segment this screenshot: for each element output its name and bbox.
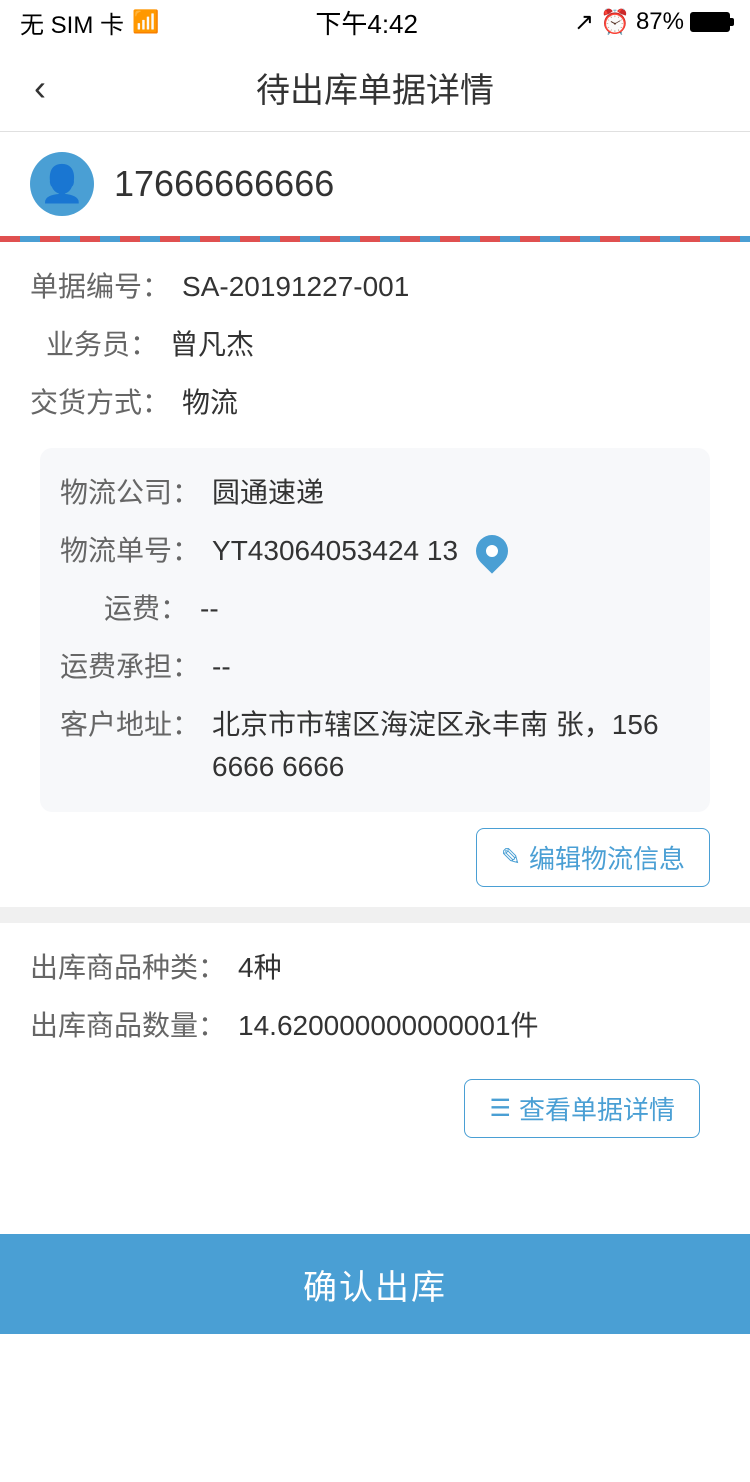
address-row: 客户地址： 北京市市辖区海淀区永丰南 张，156 6666 6666 — [60, 704, 690, 788]
status-right: ↗ ⏰ 87% — [574, 8, 730, 37]
sales-person-label: 业务员： — [30, 324, 170, 366]
edit-icon: ✎ — [501, 843, 521, 872]
edit-logistics-area: ✎ 编辑物流信息 — [20, 812, 730, 907]
wifi-icon: 📶 — [132, 9, 159, 35]
customer-phone: 17666666666 — [114, 163, 334, 205]
product-qty-value: 14.620000000000001件 — [238, 1005, 720, 1047]
order-info-section: 单据编号： SA-20191227-001 业务员： 曾凡杰 交货方式： 物流 — [0, 242, 750, 448]
avatar: 👤 — [30, 152, 94, 216]
view-detail-area: ☰ 查看单据详情 — [30, 1063, 720, 1158]
delivery-method-row: 交货方式： 物流 — [30, 382, 720, 424]
list-icon: ☰ — [489, 1094, 511, 1123]
freight-bearer-row: 运费承担： -- — [60, 646, 690, 688]
tracking-no-value: YT43064053424 13 — [212, 530, 690, 572]
user-icon: 👤 — [40, 163, 85, 205]
freight-value: -- — [200, 588, 690, 630]
page-title: 待出库单据详情 — [256, 63, 494, 112]
view-detail-label: 查看单据详情 — [519, 1090, 675, 1127]
delivery-method-label: 交货方式： — [30, 382, 182, 424]
view-detail-button[interactable]: ☰ 查看单据详情 — [464, 1079, 700, 1138]
product-type-row: 出库商品种类： 4种 — [30, 947, 720, 989]
address-value: 北京市市辖区海淀区永丰南 张，156 6666 6666 — [212, 704, 690, 788]
alarm-icon: ⏰ — [600, 8, 630, 37]
freight-row: 运费： -- — [60, 588, 690, 630]
edit-logistics-button[interactable]: ✎ 编辑物流信息 — [476, 828, 710, 887]
edit-logistics-label: 编辑物流信息 — [529, 839, 685, 876]
location-icon[interactable] — [469, 528, 514, 573]
sales-person-row: 业务员： 曾凡杰 — [30, 324, 720, 366]
logistics-company-value: 圆通速递 — [212, 472, 690, 514]
status-bar: 无 SIM 卡 📶 下午4:42 ↗ ⏰ 87% — [0, 0, 750, 44]
freight-bearer-value: -- — [212, 646, 690, 688]
back-button[interactable]: ‹ — [24, 57, 56, 119]
order-no-label: 单据编号： — [30, 266, 182, 308]
location-status-icon: ↗ — [574, 8, 594, 37]
logistics-card: 物流公司： 圆通速递 物流单号： YT43064053424 13 运费： --… — [40, 448, 710, 812]
freight-bearer-label: 运费承担： — [60, 646, 212, 688]
product-type-value: 4种 — [238, 947, 720, 989]
delivery-method-value: 物流 — [182, 382, 720, 424]
status-left: 无 SIM 卡 📶 — [20, 5, 159, 40]
address-label: 客户地址： — [60, 704, 212, 746]
carrier-text: 无 SIM 卡 — [20, 5, 124, 40]
sales-person-value: 曾凡杰 — [170, 324, 720, 366]
product-qty-row: 出库商品数量： 14.620000000000001件 — [30, 1005, 720, 1047]
confirm-outbound-button[interactable]: 确认出库 — [303, 1260, 447, 1309]
time-display: 下午4:42 — [315, 4, 418, 41]
outbound-section: 出库商品种类： 4种 出库商品数量： 14.620000000000001件 ☰… — [0, 923, 750, 1182]
product-type-label: 出库商品种类： — [30, 947, 238, 989]
confirm-btn-wrap: 确认出库 — [0, 1234, 750, 1334]
battery-icon — [690, 12, 730, 32]
logistics-company-row: 物流公司： 圆通速递 — [60, 472, 690, 514]
battery-text: 87% — [636, 8, 684, 36]
freight-label: 运费： — [60, 588, 200, 630]
logistics-company-label: 物流公司： — [60, 472, 212, 514]
tracking-no-label: 物流单号： — [60, 530, 212, 572]
customer-header: 👤 17666666666 — [0, 132, 750, 236]
tracking-no-row: 物流单号： YT43064053424 13 — [60, 530, 690, 572]
order-no-row: 单据编号： SA-20191227-001 — [30, 266, 720, 308]
order-no-value: SA-20191227-001 — [182, 266, 720, 308]
product-qty-label: 出库商品数量： — [30, 1005, 238, 1047]
gray-divider-1 — [0, 907, 750, 923]
nav-bar: ‹ 待出库单据详情 — [0, 44, 750, 132]
